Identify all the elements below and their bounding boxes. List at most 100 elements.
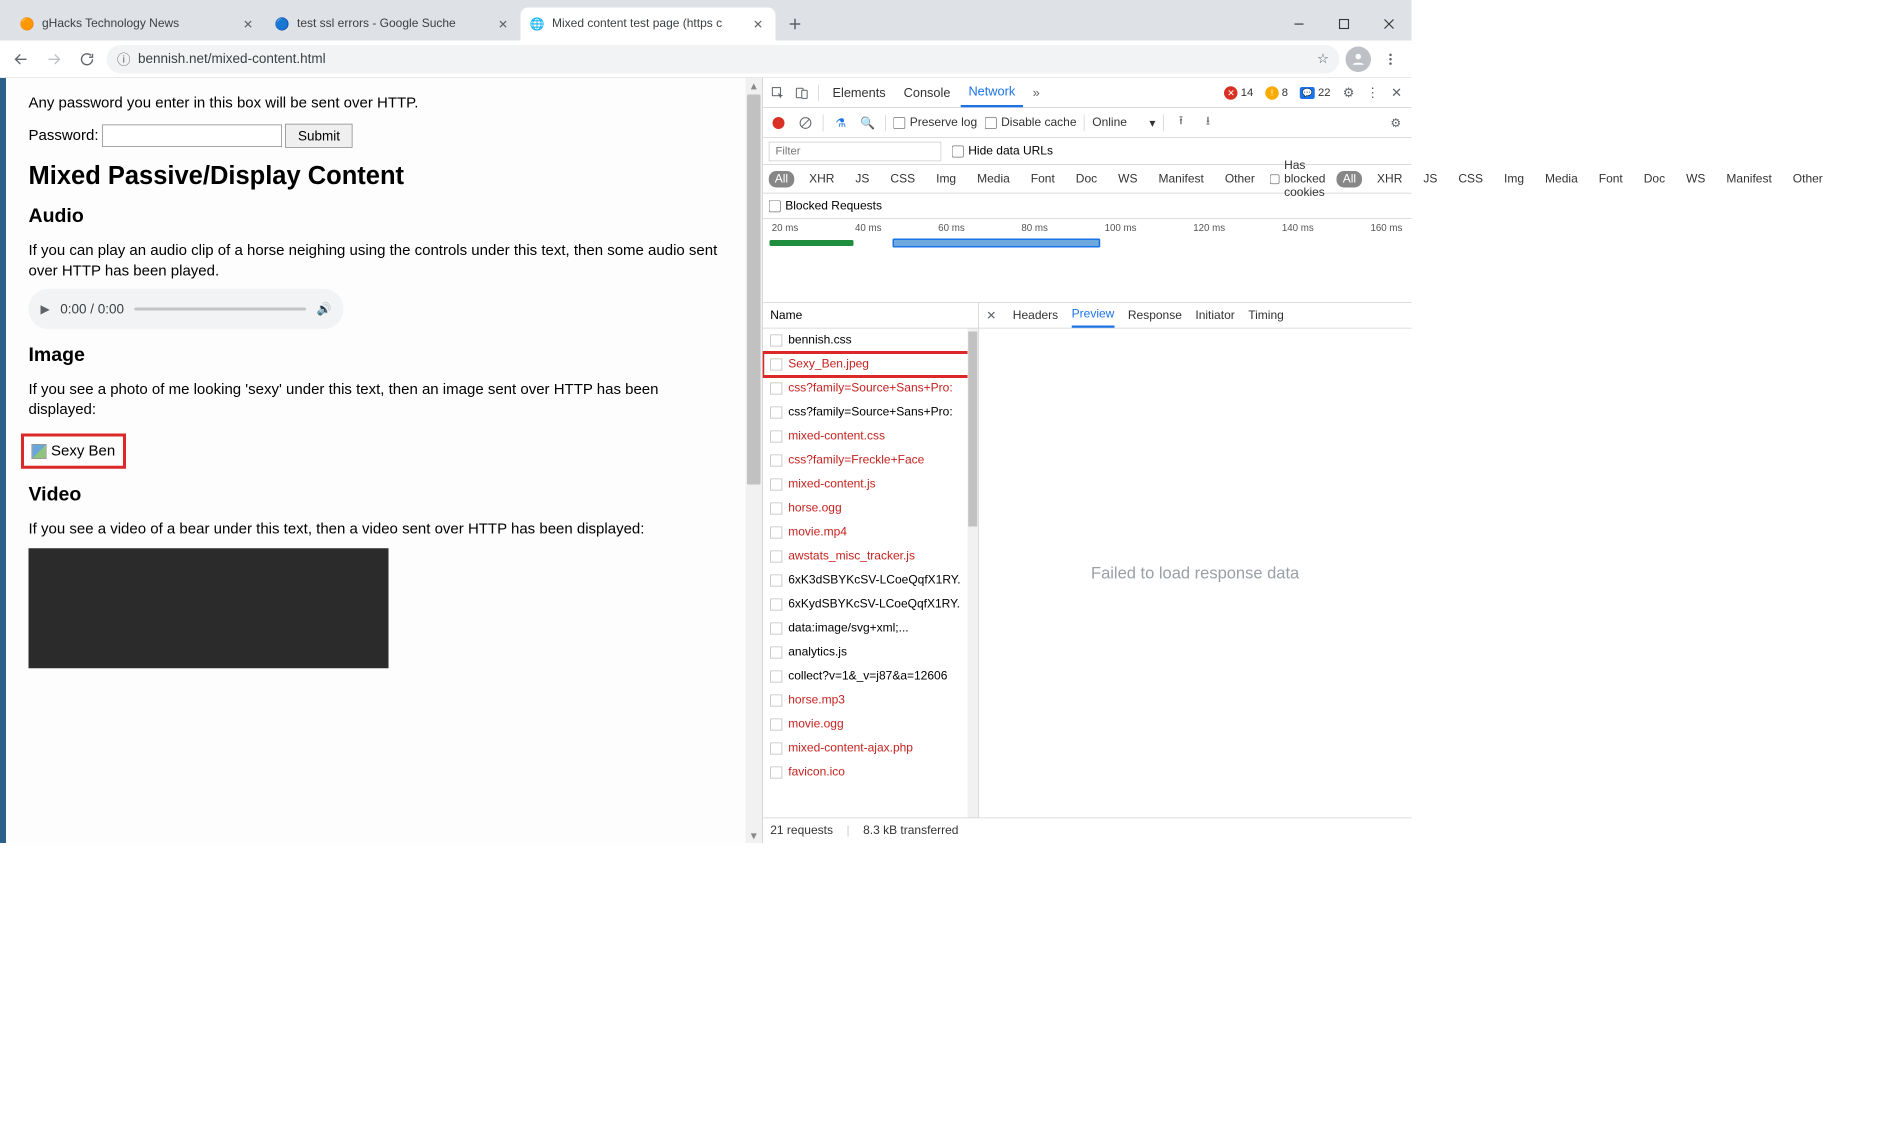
- scrollbar-thumb[interactable]: [747, 95, 761, 485]
- record-button[interactable]: [769, 113, 789, 133]
- request-row[interactable]: mixed-content-ajax.php: [763, 737, 978, 761]
- submit-button[interactable]: Submit: [285, 124, 353, 148]
- tab-mixed-content[interactable]: 🌐 Mixed content test page (https c ✕: [521, 8, 776, 41]
- more-tabs-icon[interactable]: »: [1026, 82, 1047, 103]
- type-filter-js[interactable]: JS: [849, 171, 875, 188]
- type-filter-manifest[interactable]: Manifest: [1152, 171, 1209, 188]
- minimize-button[interactable]: [1277, 8, 1322, 41]
- type-filter-css[interactable]: CSS: [1452, 171, 1489, 188]
- hide-data-urls-checkbox[interactable]: Hide data URLs: [952, 144, 1053, 158]
- type-filter-other[interactable]: Other: [1787, 171, 1829, 188]
- preview-subtab[interactable]: Preview: [1072, 303, 1115, 327]
- type-filter-xhr[interactable]: XHR: [803, 171, 840, 188]
- devtools-close-icon[interactable]: ✕: [1386, 82, 1407, 103]
- clear-button[interactable]: [796, 113, 816, 133]
- device-toggle-icon[interactable]: [791, 82, 812, 103]
- request-row[interactable]: favicon.ico: [763, 761, 978, 785]
- chrome-menu-button[interactable]: [1377, 45, 1404, 72]
- type-filter-js[interactable]: JS: [1417, 171, 1443, 188]
- filter-icon[interactable]: ⚗: [831, 113, 851, 133]
- request-row[interactable]: css?family=Source+Sans+Pro:: [763, 377, 978, 401]
- new-tab-button[interactable]: [782, 11, 809, 38]
- tab-google[interactable]: 🔵 test ssl errors - Google Suche ✕: [266, 8, 521, 41]
- type-filter-font[interactable]: Font: [1025, 171, 1061, 188]
- request-row[interactable]: Sexy_Ben.jpeg: [763, 353, 978, 377]
- preserve-log-checkbox[interactable]: Preserve log: [893, 116, 977, 130]
- error-count[interactable]: ✕14: [1220, 86, 1258, 100]
- warning-count[interactable]: !8: [1261, 86, 1293, 100]
- audio-player[interactable]: ▶ 0:00 / 0:00 🔊: [29, 289, 344, 330]
- request-row[interactable]: mixed-content.js: [763, 473, 978, 497]
- page-scrollbar[interactable]: ▴ ▾: [746, 78, 763, 843]
- scroll-up-icon[interactable]: ▴: [746, 78, 763, 93]
- omnibox[interactable]: ⓘ bennish.net/mixed-content.html ☆: [107, 45, 1340, 74]
- volume-icon[interactable]: 🔊: [317, 302, 332, 317]
- request-row[interactable]: css?family=Source+Sans+Pro:: [763, 401, 978, 425]
- type-filter-img[interactable]: Img: [1498, 171, 1530, 188]
- close-icon[interactable]: ✕: [498, 17, 512, 31]
- response-subtab[interactable]: Response: [1128, 303, 1182, 327]
- detail-close-icon[interactable]: ✕: [986, 308, 996, 323]
- devtools-settings-icon[interactable]: ⚙: [1338, 82, 1359, 103]
- request-row[interactable]: bennish.css: [763, 329, 978, 353]
- close-icon[interactable]: ✕: [243, 17, 257, 31]
- close-window-button[interactable]: [1367, 8, 1412, 41]
- site-info-icon[interactable]: ⓘ: [117, 49, 131, 69]
- type-filter-all[interactable]: All: [769, 171, 794, 188]
- blocked-requests-checkbox[interactable]: Blocked Requests: [769, 199, 882, 213]
- type-filter-img[interactable]: Img: [930, 171, 962, 188]
- disable-cache-checkbox[interactable]: Disable cache: [985, 116, 1077, 130]
- play-icon[interactable]: ▶: [41, 302, 50, 317]
- request-row[interactable]: awstats_misc_tracker.js: [763, 545, 978, 569]
- request-row[interactable]: data:image/svg+xml;...: [763, 617, 978, 641]
- request-row[interactable]: analytics.js: [763, 641, 978, 665]
- type-filter-doc[interactable]: Doc: [1638, 171, 1671, 188]
- type-filter-media[interactable]: Media: [971, 171, 1016, 188]
- upload-icon[interactable]: ⭱: [1171, 113, 1191, 133]
- type-filter-media[interactable]: Media: [1539, 171, 1584, 188]
- type-filter-other[interactable]: Other: [1219, 171, 1261, 188]
- request-row[interactable]: collect?v=1&_v=j87&a=12606: [763, 665, 978, 689]
- request-row[interactable]: css?family=Freckle+Face: [763, 449, 978, 473]
- request-row[interactable]: movie.mp4: [763, 521, 978, 545]
- type-filter-doc[interactable]: Doc: [1070, 171, 1103, 188]
- audio-seek-track[interactable]: [135, 308, 307, 311]
- filter-input[interactable]: [769, 141, 942, 161]
- bookmark-star-icon[interactable]: ☆: [1317, 51, 1329, 67]
- elements-tab[interactable]: Elements: [825, 78, 893, 107]
- request-row[interactable]: 6xK3dSBYKcSV-LCoeQqfX1RY.: [763, 569, 978, 593]
- request-row[interactable]: movie.ogg: [763, 713, 978, 737]
- name-column-header[interactable]: Name: [763, 303, 978, 329]
- request-row[interactable]: horse.ogg: [763, 497, 978, 521]
- request-row[interactable]: horse.mp3: [763, 689, 978, 713]
- tab-ghacks[interactable]: 🟠 gHacks Technology News ✕: [11, 8, 266, 41]
- devtools-menu-icon[interactable]: ⋮: [1362, 82, 1383, 103]
- forward-button[interactable]: [41, 45, 68, 72]
- type-filter-manifest[interactable]: Manifest: [1720, 171, 1777, 188]
- reload-button[interactable]: [74, 45, 101, 72]
- list-scrollbar[interactable]: [968, 329, 979, 818]
- scrollbar-thumb[interactable]: [968, 332, 977, 527]
- throttling-select[interactable]: Online▾: [1092, 115, 1155, 130]
- timing-subtab[interactable]: Timing: [1248, 303, 1284, 327]
- password-input[interactable]: [102, 125, 282, 148]
- profile-avatar[interactable]: [1346, 46, 1372, 72]
- type-filter-font[interactable]: Font: [1593, 171, 1629, 188]
- back-button[interactable]: [8, 45, 35, 72]
- inspect-icon[interactable]: [767, 82, 788, 103]
- request-row[interactable]: mixed-content.css: [763, 425, 978, 449]
- type-filter-ws[interactable]: WS: [1112, 171, 1143, 188]
- search-icon[interactable]: 🔍: [858, 113, 878, 133]
- type-filter-all[interactable]: All: [1337, 171, 1362, 188]
- network-settings-icon[interactable]: ⚙: [1386, 113, 1406, 133]
- download-icon[interactable]: ⭳: [1198, 113, 1218, 133]
- request-row[interactable]: 6xKydSBYKcSV-LCoeQqfX1RY.: [763, 593, 978, 617]
- type-filter-ws[interactable]: WS: [1680, 171, 1711, 188]
- network-tab[interactable]: Network: [961, 78, 1023, 107]
- headers-subtab[interactable]: Headers: [1013, 303, 1058, 327]
- initiator-subtab[interactable]: Initiator: [1195, 303, 1234, 327]
- maximize-button[interactable]: [1322, 8, 1367, 41]
- message-count[interactable]: 💬22: [1295, 86, 1335, 99]
- network-timeline[interactable]: 20 ms40 ms60 ms80 ms100 ms120 ms140 ms16…: [763, 219, 1412, 303]
- close-icon[interactable]: ✕: [753, 17, 767, 31]
